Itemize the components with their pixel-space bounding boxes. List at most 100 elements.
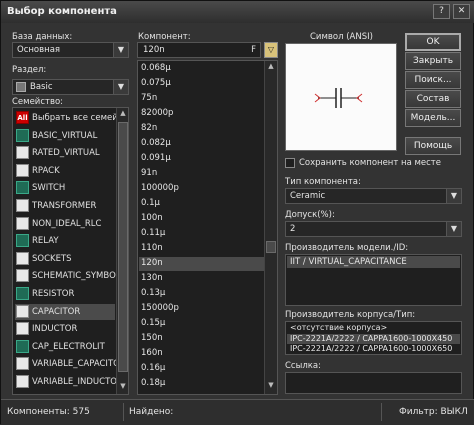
database-select[interactable]: Основная ▼ [12,42,129,58]
section-select[interactable]: Basic ▼ [12,79,129,95]
component-item-label: 0.15µ [141,318,166,328]
scroll-up-icon[interactable]: ▲ [118,109,128,119]
model-list[interactable]: IIT / VIRTUAL_CAPACITANCE [285,254,462,306]
package-label: Производитель корпуса/Тип: [285,310,416,320]
family-item-label: RPACK [32,165,60,176]
family-item[interactable]: RATED_VIRTUAL [15,145,115,162]
component-item[interactable]: 0.091µ [139,152,264,166]
search-button[interactable]: Поиск... [405,71,461,89]
component-list[interactable]: 0.068µ 0.075µ 75n 82000p 82n 0.082µ 0.091µ 91n 1… [137,60,278,395]
component-input[interactable]: 120n F [137,42,261,58]
component-item[interactable]: 100n [139,212,264,226]
close-window-button[interactable]: ✕ [453,4,470,19]
family-item[interactable]: VARIABLE_CAPACITO [15,356,120,373]
component-scroll-thumb[interactable] [266,241,276,253]
component-item[interactable]: 91n [139,167,264,181]
non-ideal-rlc-icon [16,216,29,230]
family-scroll-thumb[interactable] [118,122,128,372]
package-list[interactable]: <отсутствие корпуса> IPC-2221A/2222 / CAP… [285,321,462,355]
family-item[interactable]: CAPACITOR [15,303,115,321]
family-item[interactable]: RELAY [15,233,115,250]
family-item[interactable]: CAP_ELECTROLIT [15,339,115,356]
family-item[interactable]: INDUCTOR [15,321,115,338]
section-value: Basic [30,82,53,92]
model-row-text: IIT / VIRTUAL_CAPACITANCE [290,257,407,267]
cap-electrolit-icon [16,339,29,353]
component-item-label: 100000p [141,183,179,193]
family-item[interactable]: All Выбрать все семейс [15,110,122,127]
family-item-label: BASIC_VIRTUAL [32,130,98,141]
component-item[interactable]: 150n [139,332,264,346]
component-item[interactable]: 75n [139,92,264,106]
component-item[interactable]: 0.13µ [139,287,264,301]
component-type-select[interactable]: Ceramic ▼ [285,188,462,204]
family-item[interactable]: VARIABLE_INDUCTO [15,374,117,391]
component-item[interactable]: 0.15µ [139,317,264,331]
component-item[interactable]: 120n [139,257,264,272]
component-item[interactable]: 82000p [139,107,264,121]
section-label: Раздел: [12,65,47,75]
component-item-label: 130n [141,273,163,283]
family-item[interactable]: SOCKETS [15,251,115,268]
component-item[interactable]: 100000p [139,182,264,196]
family-item-label: RATED_VIRTUAL [32,148,100,159]
family-item[interactable]: SWITCH [15,180,115,197]
ok-button[interactable]: OK [405,33,461,51]
filter-funnel-icon[interactable]: ▽ [264,42,278,58]
scroll-up-icon[interactable]: ▲ [266,62,276,72]
help-button[interactable]: Помощь [405,137,461,155]
component-item-label: 91n [141,168,158,178]
component-item-label: 75n [141,93,158,103]
component-item[interactable]: 0.068µ [139,62,264,76]
help-title-button[interactable]: ? [433,4,450,19]
family-item[interactable]: SCHEMATIC_SYMBOL [15,268,121,285]
close-button[interactable]: Закрыть [405,52,461,70]
family-item[interactable]: TRANSFORMER [15,198,115,215]
component-item-label: 0.091µ [141,153,171,163]
component-item-label: 0.1µ [141,198,160,208]
package-item[interactable]: IPC-2221A/2222 / CAPPA1600-1000X450 [287,333,460,344]
keep-component-checkbox[interactable] [285,158,295,168]
component-scrollbar[interactable]: ▲ ▼ [264,61,277,394]
component-input-value: 120n [143,45,165,55]
model-row[interactable]: IIT / VIRTUAL_CAPACITANCE [287,256,460,268]
tolerance-select[interactable]: 2 ▼ [285,221,462,237]
component-item[interactable]: 0.075µ [139,77,264,91]
component-item[interactable]: 0.16µ [139,362,264,376]
component-item[interactable]: 110n [139,242,264,256]
family-item[interactable]: BASIC_VIRTUAL [15,128,115,145]
component-item-label: 82000p [141,108,174,118]
family-item-label: SOCKETS [32,253,72,264]
title-bar: Выбор компонента ? ✕ [1,1,474,23]
component-item[interactable]: 130n [139,272,264,286]
component-item[interactable]: 150000p [139,302,264,316]
family-item[interactable]: NON_IDEAL_RLC [15,216,115,233]
capacitor-icon [16,304,29,318]
info-button[interactable]: Состав [405,90,461,108]
family-item[interactable]: RESISTOR [15,286,115,303]
component-item[interactable]: 0.18µ [139,377,264,391]
model-button[interactable]: Модель... [405,109,461,127]
family-item[interactable]: RPACK [15,163,115,180]
component-type-value: Ceramic [290,191,326,201]
rated-virtual-icon [16,146,29,160]
variable-capacitor-icon [16,357,29,371]
family-list[interactable]: All Выбрать все семейс BASIC_VIRTUAL RATED_… [12,107,129,395]
component-item-label: 0.13µ [141,288,166,298]
family-item-label: CAPACITOR [32,306,81,317]
component-item[interactable]: 0.11µ [139,227,264,241]
scroll-down-icon[interactable]: ▼ [118,382,128,392]
package-item[interactable]: <отсутствие корпуса> [287,323,460,333]
package-item[interactable]: IPC-2221A/2222 / CAPPA1600-1000X650 [287,344,460,354]
family-scrollbar[interactable]: ▲ ▼ [116,108,128,394]
keep-component-label: Сохранить компонент на месте [299,158,441,168]
component-item[interactable]: 82n [139,122,264,136]
hyperlink-field[interactable] [285,372,462,394]
chevron-down-icon: ▼ [446,222,461,236]
component-item[interactable]: 160n [139,347,264,361]
component-item-label: 150000p [141,303,179,313]
scroll-down-icon[interactable]: ▼ [266,381,276,391]
component-item[interactable]: 0.1µ [139,197,264,211]
status-separator [381,403,382,421]
component-item[interactable]: 0.082µ [139,137,264,151]
